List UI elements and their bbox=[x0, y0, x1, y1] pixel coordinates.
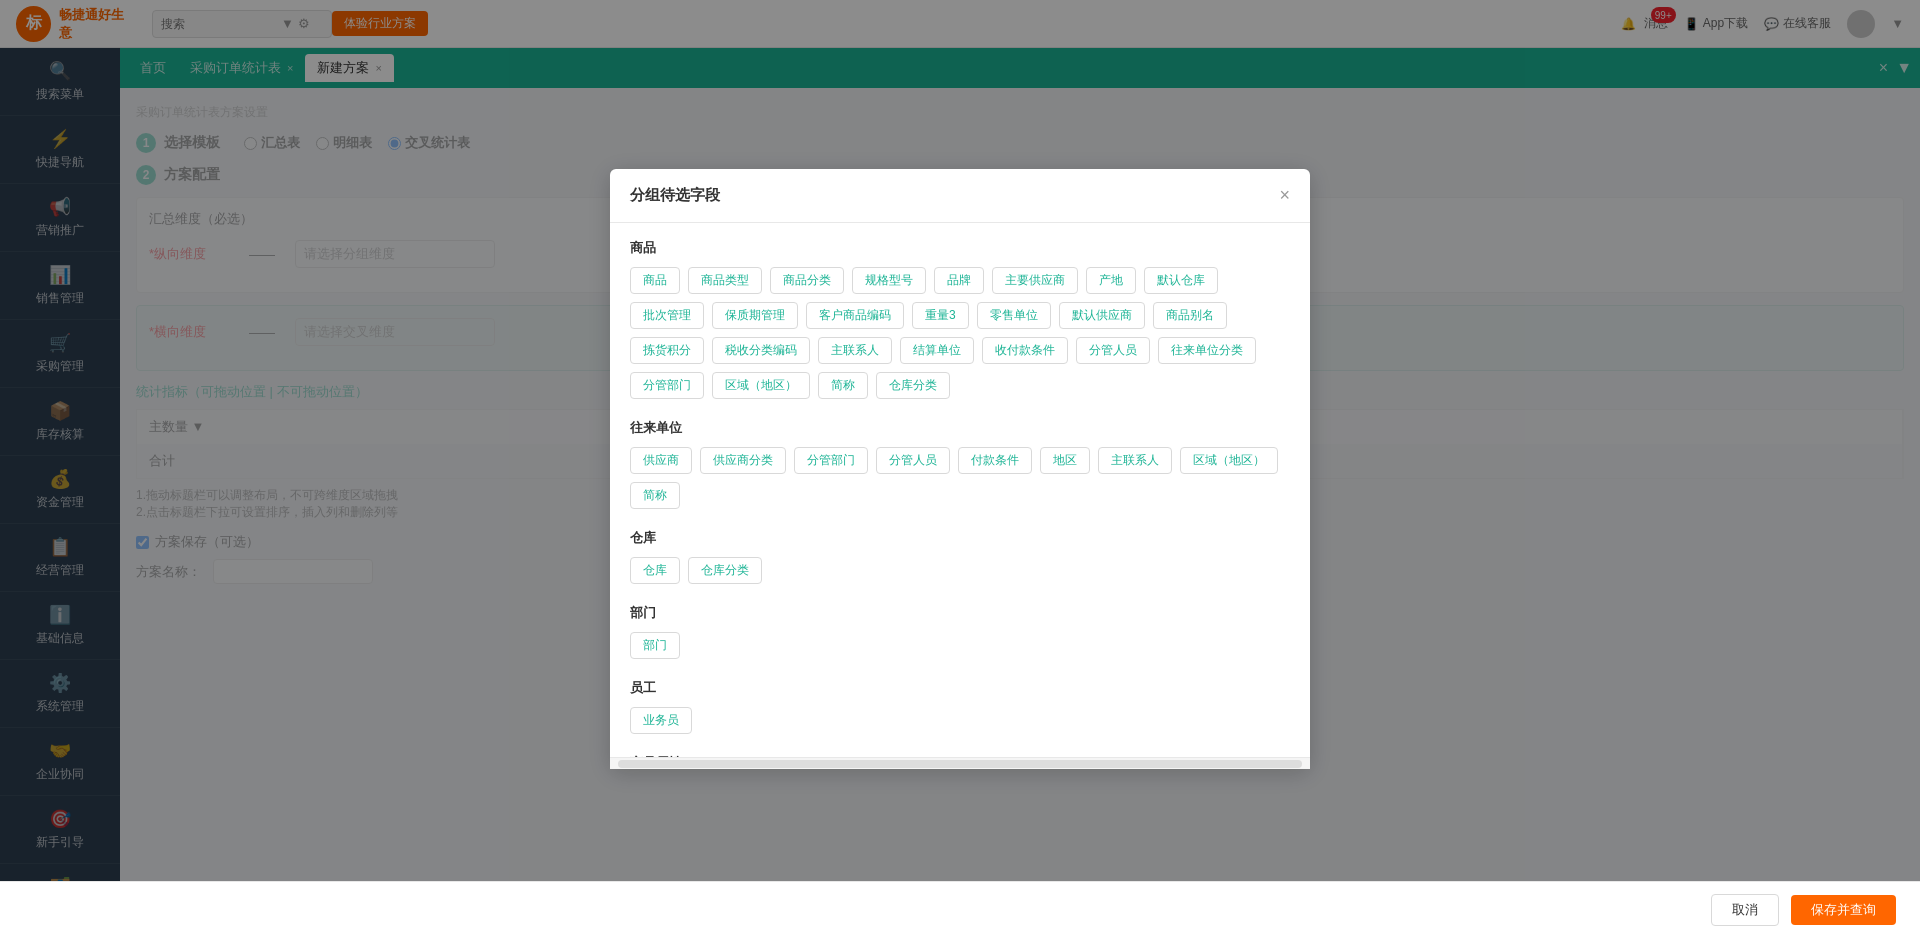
field-section-商品: 商品商品商品类型商品分类规格型号品牌主要供应商产地默认仓库批次管理保质期管理客户… bbox=[630, 239, 1290, 399]
field-section-仓库: 仓库仓库仓库分类 bbox=[630, 529, 1290, 584]
field-tag[interactable]: 规格型号 bbox=[852, 267, 926, 294]
field-tag[interactable]: 零售单位 bbox=[977, 302, 1051, 329]
field-tag[interactable]: 默认仓库 bbox=[1144, 267, 1218, 294]
field-tag[interactable]: 供应商 bbox=[630, 447, 692, 474]
modal-close-button[interactable]: × bbox=[1279, 185, 1290, 206]
field-section-title: 商品 bbox=[630, 239, 1290, 257]
field-section-title: 部门 bbox=[630, 604, 1290, 613]
modal-body: 商品商品商品类型商品分类规格型号品牌主要供应商产地默认仓库批次管理保质期管理客户… bbox=[610, 223, 1310, 613]
field-tag[interactable]: 分管人员 bbox=[876, 447, 950, 474]
field-tags: 商品商品类型商品分类规格型号品牌主要供应商产地默认仓库批次管理保质期管理客户商品… bbox=[630, 267, 1290, 399]
field-tag[interactable]: 保质期管理 bbox=[712, 302, 798, 329]
field-tag[interactable]: 商品类型 bbox=[688, 267, 762, 294]
field-tag[interactable]: 结算单位 bbox=[900, 337, 974, 364]
field-tag[interactable]: 付款条件 bbox=[958, 447, 1032, 474]
modal-header: 分组待选字段 × bbox=[610, 169, 1310, 223]
field-tag[interactable]: 仓库分类 bbox=[688, 557, 762, 584]
field-tag[interactable]: 商品别名 bbox=[1153, 302, 1227, 329]
field-tag[interactable]: 产地 bbox=[1086, 267, 1136, 294]
field-tag[interactable]: 供应商分类 bbox=[700, 447, 786, 474]
field-section-往来单位: 往来单位供应商供应商分类分管部门分管人员付款条件地区主联系人区域（地区） 简称 bbox=[630, 419, 1290, 509]
field-tag[interactable]: 主联系人 bbox=[818, 337, 892, 364]
field-tag[interactable]: 收付款条件 bbox=[982, 337, 1068, 364]
field-tags: 仓库仓库分类 bbox=[630, 557, 1290, 584]
field-section-title: 往来单位 bbox=[630, 419, 1290, 437]
field-selection-modal: 分组待选字段 × 商品商品商品类型商品分类规格型号品牌主要供应商产地默认仓库批次… bbox=[610, 169, 1310, 613]
field-tags: 供应商供应商分类分管部门分管人员付款条件地区主联系人区域（地区） 简称 bbox=[630, 447, 1290, 509]
field-tag[interactable]: 分管部门 bbox=[630, 372, 704, 399]
field-tag[interactable]: 默认供应商 bbox=[1059, 302, 1145, 329]
field-tag[interactable]: 税收分类编码 bbox=[712, 337, 810, 364]
field-tag[interactable]: 主要供应商 bbox=[992, 267, 1078, 294]
field-tag[interactable]: 主联系人 bbox=[1098, 447, 1172, 474]
field-tag[interactable]: 分管人员 bbox=[1076, 337, 1150, 364]
field-tag[interactable]: 分管部门 bbox=[794, 447, 868, 474]
field-tag[interactable]: 品牌 bbox=[934, 267, 984, 294]
field-tag[interactable]: 区域（地区） bbox=[712, 372, 810, 399]
modal-title: 分组待选字段 bbox=[630, 186, 720, 205]
field-tag[interactable]: 往来单位分类 bbox=[1158, 337, 1256, 364]
field-tag[interactable]: 批次管理 bbox=[630, 302, 704, 329]
field-tag[interactable]: 仓库 bbox=[630, 557, 680, 584]
field-tag[interactable]: 仓库分类 bbox=[876, 372, 950, 399]
field-tag[interactable]: 简称 bbox=[818, 372, 868, 399]
field-tag[interactable]: 客户商品编码 bbox=[806, 302, 904, 329]
field-section-title: 仓库 bbox=[630, 529, 1290, 547]
field-section-部门: 部门部门 bbox=[630, 604, 1290, 613]
field-tag[interactable]: 简称 bbox=[630, 482, 680, 509]
field-tag[interactable]: 地区 bbox=[1040, 447, 1090, 474]
field-tag[interactable]: 区域（地区） bbox=[1180, 447, 1278, 474]
modal-overlay: 分组待选字段 × 商品商品商品类型商品分类规格型号品牌主要供应商产地默认仓库批次… bbox=[0, 0, 1920, 612]
field-tag[interactable]: 商品 bbox=[630, 267, 680, 294]
field-tag[interactable]: 拣货积分 bbox=[630, 337, 704, 364]
field-tag[interactable]: 商品分类 bbox=[770, 267, 844, 294]
field-tag[interactable]: 重量3 bbox=[912, 302, 969, 329]
